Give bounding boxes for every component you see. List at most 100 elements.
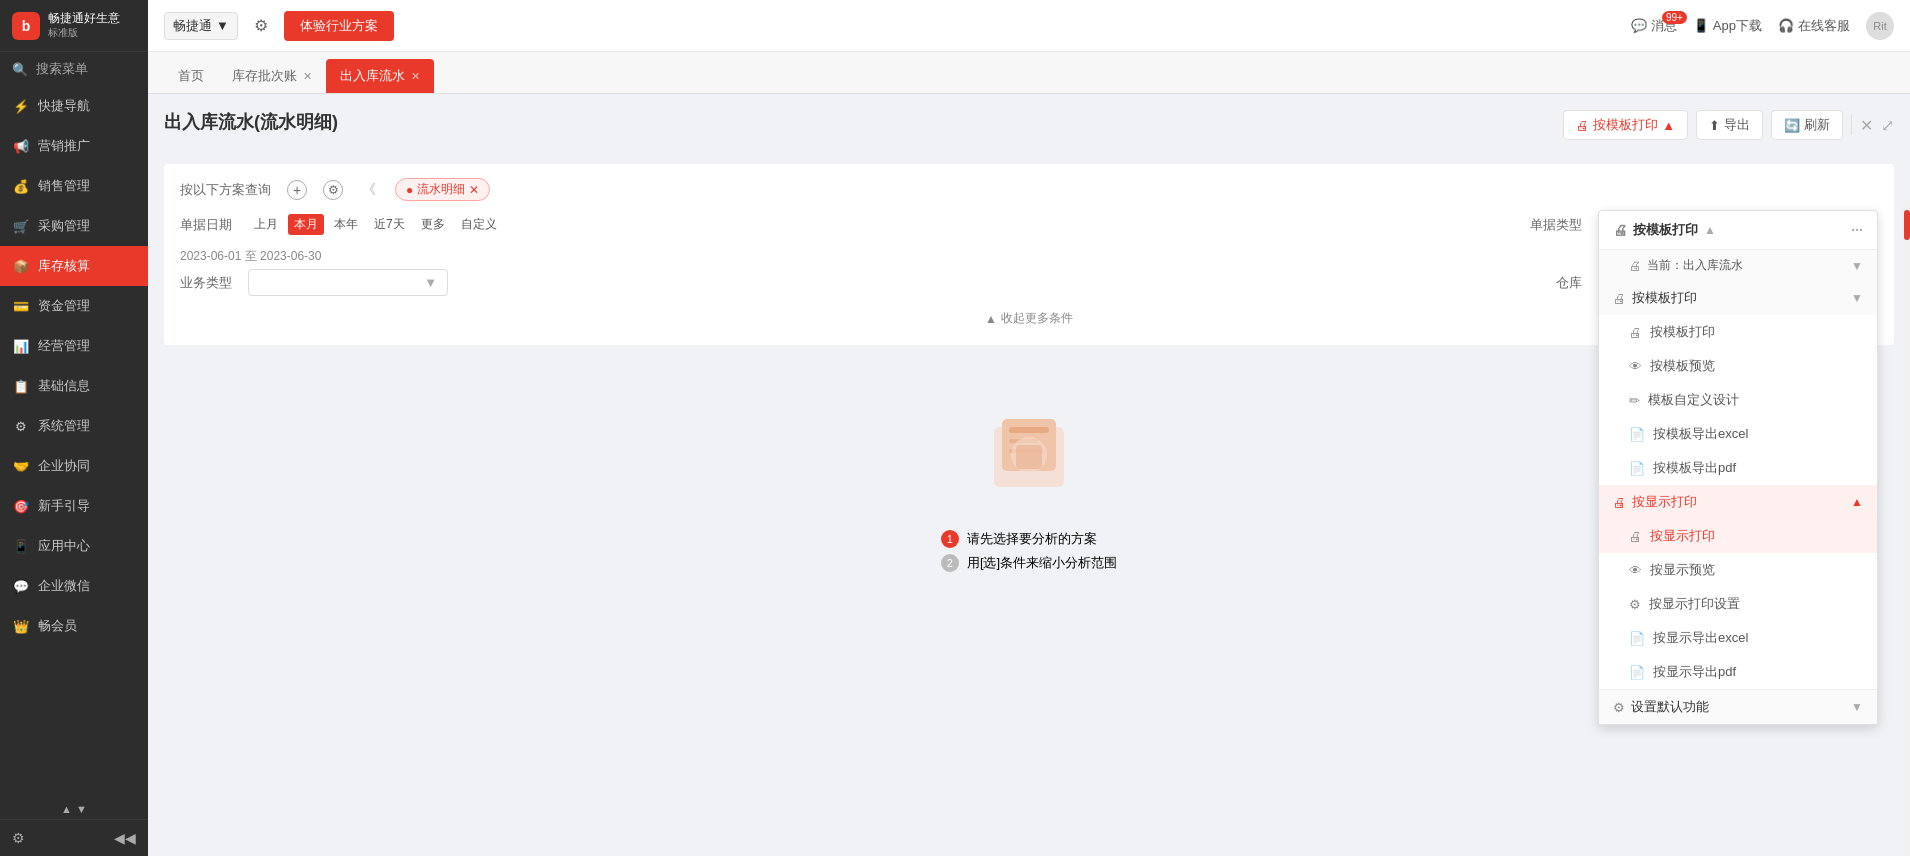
date-shortcut-7days[interactable]: 近7天 — [368, 214, 411, 235]
sidebar-item-label: 库存核算 — [38, 257, 90, 275]
current-option-chevron: ▼ — [1851, 259, 1863, 273]
tab-flow-close[interactable]: ✕ — [411, 70, 420, 83]
active-tag-icon: ● — [406, 183, 413, 197]
sidebar-item-app-center[interactable]: 📱 应用中心 — [0, 526, 148, 566]
active-filter-tag[interactable]: ● 流水明细 ✕ — [395, 178, 490, 201]
panel-item-display-settings[interactable]: ⚙ 按显示打印设置 — [1599, 587, 1877, 621]
sidebar-item-membership[interactable]: 👑 畅会员 — [0, 606, 148, 646]
company-selector[interactable]: 畅捷通 ▼ — [164, 12, 238, 40]
refresh-btn[interactable]: 🔄 刷新 — [1771, 110, 1843, 140]
tab-flow[interactable]: 出入库流水 ✕ — [326, 59, 434, 93]
active-tag-close[interactable]: ✕ — [469, 183, 479, 197]
panel-item-template-preview[interactable]: 👁 按模板预览 — [1599, 349, 1877, 383]
sidebar-item-label: 销售管理 — [38, 177, 90, 195]
refresh-icon: 🔄 — [1784, 118, 1800, 133]
refresh-label: 刷新 — [1804, 116, 1830, 134]
tab-batch-account-label: 库存批次账 — [232, 67, 297, 85]
panel-item-template-design[interactable]: ✏ 模板自定义设计 — [1599, 383, 1877, 417]
sidebar-item-marketing[interactable]: 📢 营销推广 — [0, 126, 148, 166]
panel-item-display-print[interactable]: 🖨 按显示打印 — [1599, 519, 1877, 553]
sidebar-item-label: 企业协同 — [38, 457, 90, 475]
panel-item-display-pdf[interactable]: 📄 按显示导出pdf — [1599, 655, 1877, 689]
sidebar-item-system[interactable]: ⚙ 系统管理 — [0, 406, 148, 446]
panel-item-template-excel[interactable]: 📄 按模板导出excel — [1599, 417, 1877, 451]
sidebar-item-guide[interactable]: 🎯 新手引导 — [0, 486, 148, 526]
guide-icon: 🎯 — [12, 497, 30, 515]
item-display-pdf-icon: 📄 — [1629, 665, 1645, 680]
sidebar-item-label: 快捷导航 — [38, 97, 90, 115]
business-chevron: ▼ — [424, 275, 437, 290]
sidebar-item-enterprise[interactable]: 🤝 企业协同 — [0, 446, 148, 486]
tab-home[interactable]: 首页 — [164, 59, 218, 93]
business-type-dropdown[interactable]: ▼ — [248, 269, 448, 296]
template-print-icon: 🖨 — [1613, 291, 1626, 306]
tab-batch-account-close[interactable]: ✕ — [303, 70, 312, 83]
system-icon: ⚙ — [12, 417, 30, 435]
date-shortcut-this-year[interactable]: 本年 — [328, 214, 364, 235]
filter-settings-btn[interactable]: ⚙ — [323, 180, 343, 200]
sidebar-item-sales[interactable]: 💰 销售管理 — [0, 166, 148, 206]
template-print-section-header[interactable]: 🖨 按模板打印 ▼ — [1599, 281, 1877, 315]
avatar[interactable]: Rit — [1866, 12, 1894, 40]
sidebar-item-label: 资金管理 — [38, 297, 90, 315]
logo-text-area: 畅捷通好生意 标准版 — [48, 11, 120, 41]
item-display-excel-icon: 📄 — [1629, 631, 1645, 646]
display-print-section-header[interactable]: 🖨 按显示打印 ▲ — [1599, 485, 1877, 519]
footer-settings-icon[interactable]: ⚙ — [12, 830, 25, 846]
sidebar-item-inventory[interactable]: 📦 库存核算 — [0, 246, 148, 286]
footer-collapse-icon[interactable]: ◀◀ — [114, 830, 136, 846]
app-download-btn[interactable]: 📱 App下载 — [1693, 17, 1762, 35]
maximize-window-btn[interactable]: ⤢ — [1881, 116, 1894, 135]
membership-icon: 👑 — [12, 617, 30, 635]
panel-item-template-pdf[interactable]: 📄 按模板导出pdf — [1599, 451, 1877, 485]
date-shortcut-last-month[interactable]: 上月 — [248, 214, 284, 235]
svg-rect-2 — [1009, 427, 1049, 433]
wechat-icon: 💬 — [12, 577, 30, 595]
item-print-icon: 🖨 — [1629, 325, 1642, 340]
close-window-btn[interactable]: ✕ — [1860, 116, 1873, 135]
print-btn[interactable]: 🖨 按模板打印 ▲ — [1563, 110, 1688, 140]
edition-label: 标准版 — [48, 26, 120, 40]
panel-item-display-excel[interactable]: 📄 按显示导出excel — [1599, 621, 1877, 655]
current-option-label: 当前：出入库流水 — [1647, 257, 1743, 274]
online-service-btn[interactable]: 🎧 在线客服 — [1778, 17, 1850, 35]
message-btn[interactable]: 💬 消息 99+ — [1631, 17, 1677, 35]
sidebar-item-basic[interactable]: 📋 基础信息 — [0, 366, 148, 406]
display-section-chevron: ▲ — [1851, 495, 1863, 509]
sidebar-item-finance[interactable]: 💳 资金管理 — [0, 286, 148, 326]
industry-btn[interactable]: 体验行业方案 — [284, 11, 394, 41]
scroll-down-arrow[interactable]: ▼ — [76, 803, 87, 815]
sidebar-item-purchase[interactable]: 🛒 采购管理 — [0, 206, 148, 246]
date-shortcut-custom[interactable]: 自定义 — [455, 214, 503, 235]
panel-current-option[interactable]: 🖨 当前：出入库流水 ▼ — [1599, 250, 1877, 281]
finance-icon: 💳 — [12, 297, 30, 315]
app-download-label: App下载 — [1713, 17, 1762, 35]
business-type-label: 业务类型 — [180, 274, 232, 292]
empty-tip-2: 2 用[选]条件来缩小分析范围 — [941, 554, 1117, 572]
sidebar-item-quick-nav[interactable]: ⚡ 快捷导航 — [0, 86, 148, 126]
basic-icon: 📋 — [12, 377, 30, 395]
message-badge: 99+ — [1662, 11, 1687, 24]
app-center-icon: 📱 — [12, 537, 30, 555]
panel-item-display-preview[interactable]: 👁 按显示预览 — [1599, 553, 1877, 587]
date-shortcut-more[interactable]: 更多 — [415, 214, 451, 235]
export-icon: ⬆ — [1709, 118, 1720, 133]
default-setting-section-header[interactable]: ⚙ 设置默认功能 ▼ — [1599, 689, 1877, 724]
sidebar-item-label: 应用中心 — [38, 537, 90, 555]
scroll-up-arrow[interactable]: ▲ — [61, 803, 72, 815]
export-btn[interactable]: ⬆ 导出 — [1696, 110, 1763, 140]
filter-add-btn[interactable]: + — [287, 180, 307, 200]
main-scrollbar[interactable] — [1904, 200, 1910, 856]
filter-collapse-btn[interactable]: 《 — [359, 180, 379, 200]
enterprise-icon: 🤝 — [12, 457, 30, 475]
topbar-settings-btn[interactable]: ⚙ — [246, 11, 276, 41]
sidebar-item-operations[interactable]: 📊 经营管理 — [0, 326, 148, 366]
panel-item-template-print[interactable]: 🖨 按模板打印 — [1599, 315, 1877, 349]
sidebar-item-wechat[interactable]: 💬 企业微信 — [0, 566, 148, 606]
display-print-label: 按显示打印 — [1632, 493, 1697, 511]
panel-more-icon[interactable]: ··· — [1851, 222, 1863, 238]
search-menu[interactable]: 🔍 搜索菜单 — [0, 52, 148, 86]
date-shortcut-this-month[interactable]: 本月 — [288, 214, 324, 235]
tab-batch-account[interactable]: 库存批次账 ✕ — [218, 59, 326, 93]
main-area: 畅捷通 ▼ ⚙ 体验行业方案 💬 消息 99+ 📱 App下载 🎧 在线客服 R… — [148, 0, 1910, 856]
